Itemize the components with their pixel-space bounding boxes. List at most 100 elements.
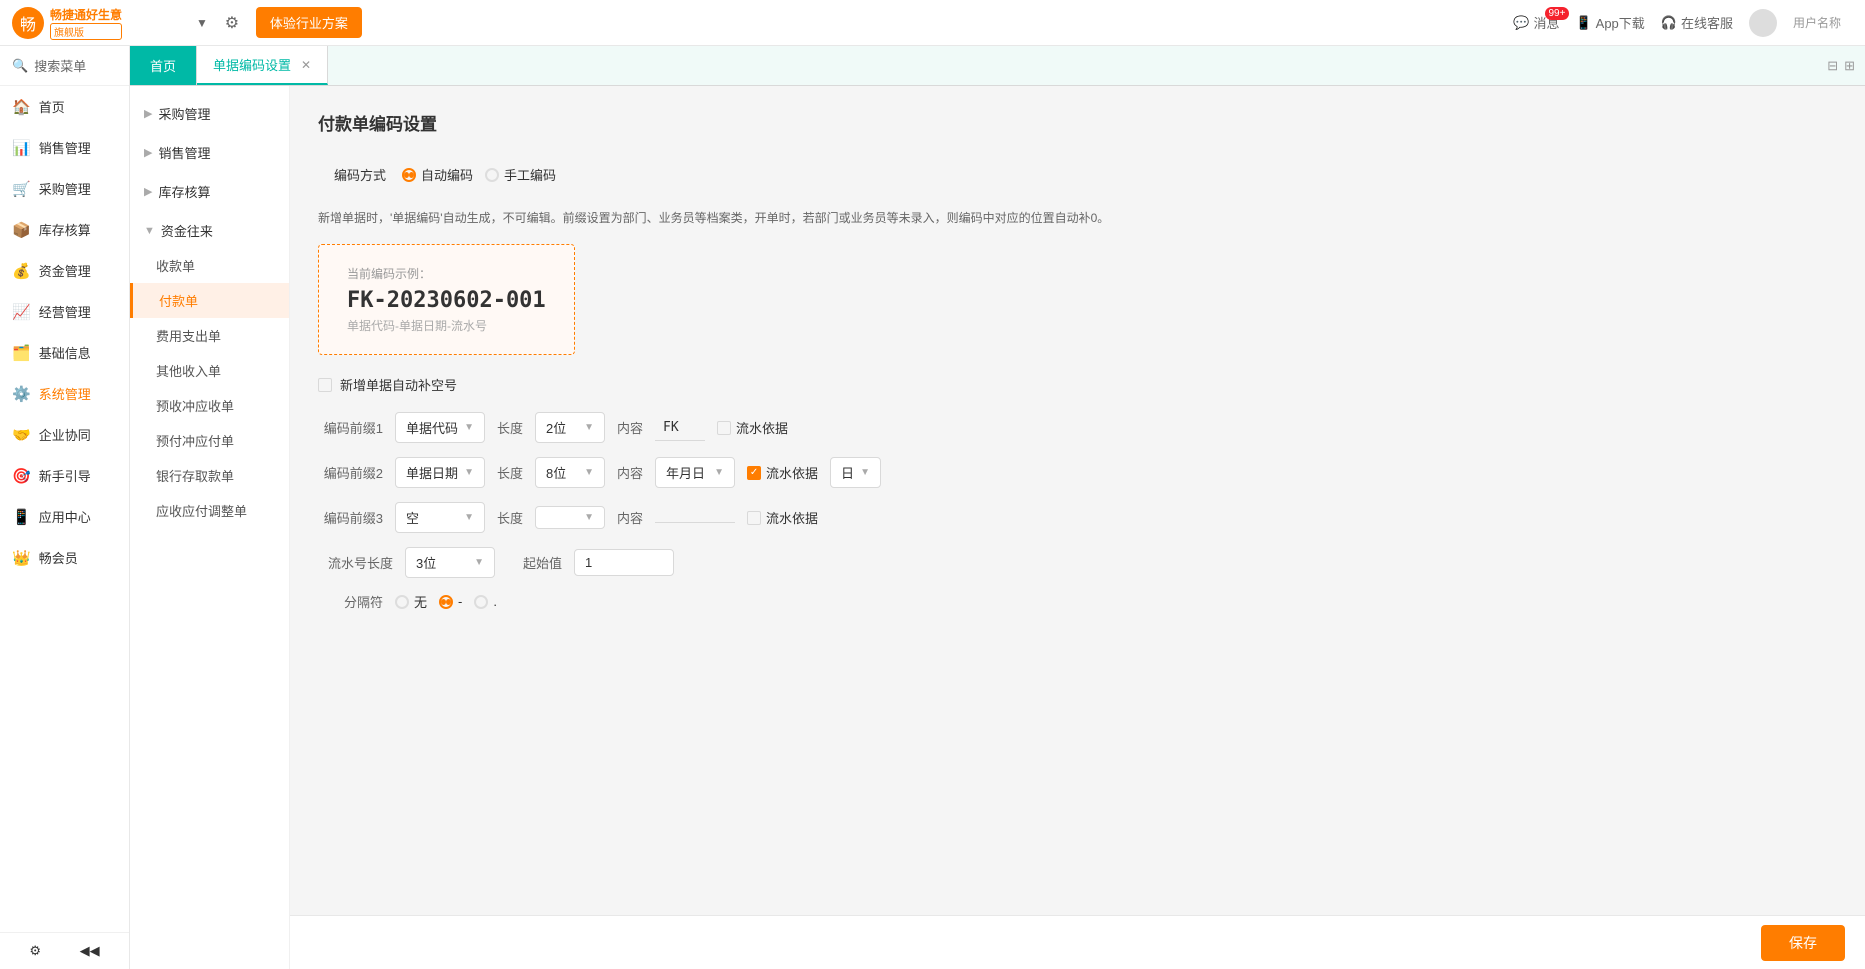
chevron-down-icon4: ▼: [584, 467, 594, 478]
sub-layout: ▶ 采购管理 ▶ 销售管理 ▶ 库存核算: [130, 86, 1865, 969]
stream-length-row: 流水号长度 3位 ▼ 起始值: [318, 547, 1837, 578]
radio-auto-code[interactable]: 自动编码: [402, 165, 473, 184]
prefix2-stream-check[interactable]: ✓ 流水依据: [747, 463, 818, 482]
tab-home[interactable]: 首页: [130, 46, 197, 85]
sales-icon: 📊: [12, 139, 31, 157]
user-name: 用户名称: [1793, 14, 1853, 31]
sidebar-item-purchase[interactable]: 🛒 采购管理: [0, 168, 129, 209]
tab-close-icon[interactable]: ✕: [301, 58, 311, 72]
inventory-icon: 📦: [12, 221, 31, 239]
sep-dash-radio[interactable]: -: [439, 594, 462, 609]
collapse-icon[interactable]: ◀◀: [80, 943, 100, 959]
prefix2-content-select[interactable]: 年月日 ▼: [655, 457, 735, 488]
header-right: 💬 消息 99+ 📱 App下载 🎧 在线客服 用户名称: [1513, 9, 1853, 37]
stream-checkbox1[interactable]: [717, 421, 731, 435]
sep-none-circle: [395, 595, 409, 609]
sub-item-receipt[interactable]: 收款单: [130, 248, 289, 283]
prefix2-length-select[interactable]: 8位 ▼: [535, 457, 605, 488]
prefix1-stream-check[interactable]: 流水依据: [717, 418, 788, 437]
sub-group-inventory-title[interactable]: ▶ 库存核算: [130, 174, 289, 209]
info-text: 新增单据时，'单据编码'自动生成，不可编辑。前缀设置为部门、业务员等档案类，开单…: [318, 208, 1837, 228]
sidebar-item-member[interactable]: 👑 畅会员: [0, 537, 129, 578]
system-icon: ⚙️: [12, 385, 31, 403]
sidebar-item-apps[interactable]: 📱 应用中心: [0, 496, 129, 537]
radio-auto-circle: [402, 168, 416, 182]
auto-fill-row: 新增单据自动补空号: [318, 375, 1837, 394]
stream-length-select[interactable]: 3位 ▼: [405, 547, 495, 578]
sidebar-item-home[interactable]: 🏠 首页: [0, 86, 129, 127]
sub-item-bank-deposit[interactable]: 银行存取款单: [130, 458, 289, 493]
prefix1-length-select[interactable]: 2位 ▼: [535, 412, 605, 443]
chevron-down-icon6: ▼: [860, 467, 870, 478]
prefix3-length-select[interactable]: ▼: [535, 506, 605, 529]
tab-controls: ⊟ ⊞: [1827, 58, 1865, 74]
apps-icon: 📱: [12, 508, 31, 526]
sep-none-radio[interactable]: 无: [395, 592, 427, 611]
minimize-icon[interactable]: ⊟: [1827, 58, 1838, 74]
member-icon: 👑: [12, 549, 31, 567]
search-icon: 🔍: [12, 58, 28, 74]
save-button[interactable]: 保存: [1761, 925, 1845, 961]
settings-icon[interactable]: ⚙: [218, 9, 246, 37]
sidebar-item-finance[interactable]: 💰 资金管理: [0, 250, 129, 291]
sub-item-expense[interactable]: 费用支出单: [130, 318, 289, 353]
sep-dot-circle: [474, 595, 488, 609]
encoding-mode-row: 编码方式 自动编码 手工编码: [318, 155, 1837, 194]
prefix1-select[interactable]: 单据代码 ▼: [395, 412, 485, 443]
prefix3-row: 编码前缀3 空 ▼ 长度 ▼ 内容: [318, 502, 1837, 533]
prefix2-stream-unit-select[interactable]: 日 ▼: [830, 457, 881, 488]
stream-checkbox2-checked[interactable]: ✓: [747, 466, 761, 480]
search-menu-button[interactable]: 🔍 搜索菜单: [0, 46, 129, 86]
sub-group-inventory: ▶ 库存核算: [130, 174, 289, 209]
radio-manual-code[interactable]: 手工编码: [485, 165, 556, 184]
download-icon: 📱: [1575, 15, 1591, 31]
settings-bottom-icon[interactable]: ⚙: [29, 943, 41, 959]
content-area: 首页 单据编码设置 ✕ ⊟ ⊞ ▶ 采购管理: [130, 46, 1865, 969]
preview-box: 当前编码示例： FK-20230602-001 单据代码-单据日期-流水号: [318, 244, 575, 355]
sub-group-funds-title[interactable]: ▼ 资金往来: [130, 213, 289, 248]
cooperation-icon: 🤝: [12, 426, 31, 444]
sidebar-item-inventory[interactable]: 📦 库存核算: [0, 209, 129, 250]
header-dropdown[interactable]: ▼: [132, 16, 208, 30]
sub-item-other-income[interactable]: 其他收入单: [130, 353, 289, 388]
sidebar-item-cooperation[interactable]: 🤝 企业协同: [0, 414, 129, 455]
sidebar-item-operations[interactable]: 📈 经营管理: [0, 291, 129, 332]
avatar[interactable]: [1749, 9, 1777, 37]
message-button[interactable]: 💬 消息 99+: [1513, 13, 1559, 32]
encoding-radio-group: 自动编码 手工编码: [402, 165, 556, 184]
sidebar-item-system[interactable]: ⚙️ 系统管理: [0, 373, 129, 414]
prefix3-select[interactable]: 空 ▼: [395, 502, 485, 533]
sub-item-payment[interactable]: 付款单: [130, 283, 289, 318]
auto-fill-checkbox[interactable]: [318, 378, 332, 392]
logo-area: 畅 畅捷通好生意 旗舰版: [12, 6, 122, 40]
main-layout: 🔍 搜索菜单 🏠 首页 📊 销售管理 🛒 采购管理 📦 库存核算 💰 资金管理 …: [0, 46, 1865, 969]
prefix2-select[interactable]: 单据日期 ▼: [395, 457, 485, 488]
chevron-down-icon2: ▼: [584, 422, 594, 433]
start-value-input[interactable]: [574, 549, 674, 576]
chevron-down-icon3: ▼: [464, 467, 474, 478]
chevron-down-icon9: ▼: [474, 557, 484, 568]
sep-dash-circle: [439, 595, 453, 609]
page-title: 付款单编码设置: [318, 110, 1837, 135]
logo-icon: 畅: [12, 7, 44, 39]
sub-item-advance-receipt[interactable]: 预收冲应收单: [130, 388, 289, 423]
maximize-icon[interactable]: ⊞: [1844, 58, 1855, 74]
sub-group-purchase-title[interactable]: ▶ 采购管理: [130, 96, 289, 131]
sub-item-advance-payment[interactable]: 预付冲应付单: [130, 423, 289, 458]
top-header: 畅 畅捷通好生意 旗舰版 ▼ ⚙ 体验行业方案 💬 消息 99+ 📱 App下载…: [0, 0, 1865, 46]
trial-button[interactable]: 体验行业方案: [256, 7, 362, 38]
sub-group-sales-title[interactable]: ▶ 销售管理: [130, 135, 289, 170]
basic-icon: 🗂️: [12, 344, 31, 362]
sub-item-receivable-adjust[interactable]: 应收应付调整单: [130, 493, 289, 528]
sub-sidebar: ▶ 采购管理 ▶ 销售管理 ▶ 库存核算: [130, 86, 290, 969]
sidebar-item-basic[interactable]: 🗂️ 基础信息: [0, 332, 129, 373]
stream-checkbox3[interactable]: [747, 511, 761, 525]
online-service-button[interactable]: 🎧 在线客服: [1661, 13, 1733, 32]
bottom-bar: 保存: [290, 915, 1865, 969]
sidebar-item-guide[interactable]: 🎯 新手引导: [0, 455, 129, 496]
sidebar-item-sales[interactable]: 📊 销售管理: [0, 127, 129, 168]
tab-encoding[interactable]: 单据编码设置 ✕: [197, 46, 328, 85]
app-download-button[interactable]: 📱 App下载: [1575, 13, 1644, 32]
prefix3-stream-check[interactable]: 流水依据: [747, 508, 818, 527]
sep-dot-radio[interactable]: .: [474, 594, 497, 609]
